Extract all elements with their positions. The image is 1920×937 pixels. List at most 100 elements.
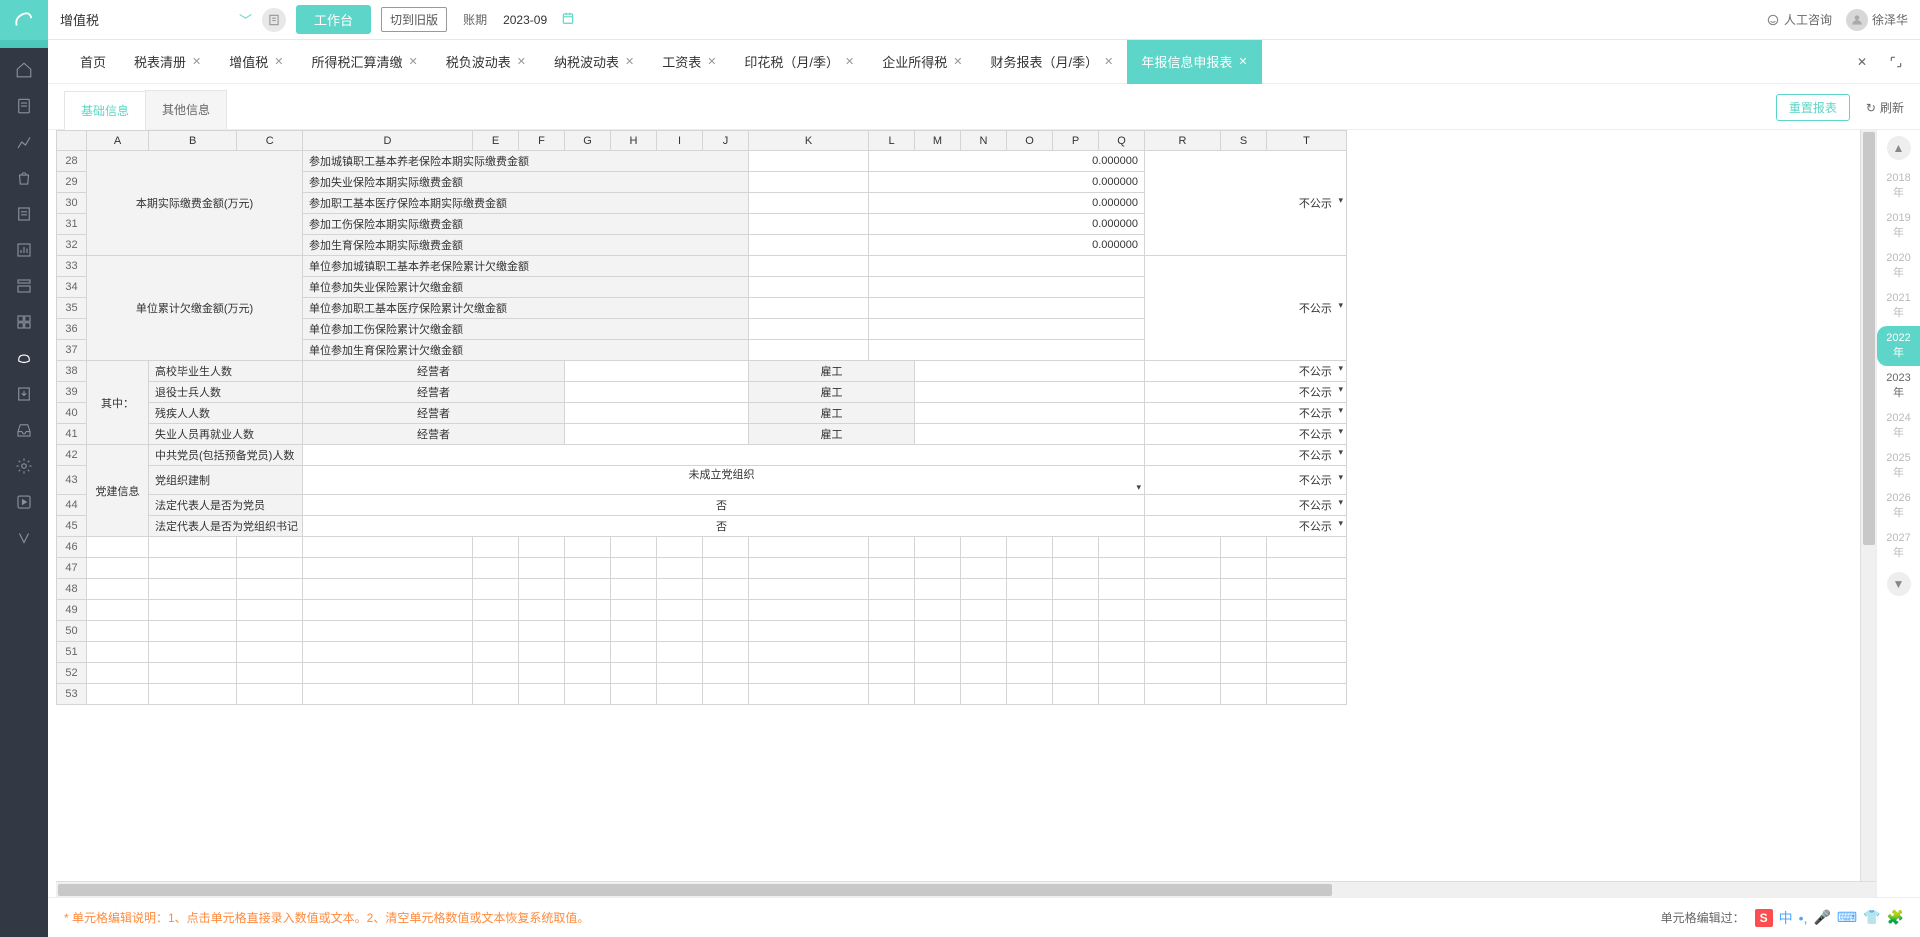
cell[interactable] xyxy=(1221,621,1267,642)
year-2020年[interactable]: 2020年 xyxy=(1877,246,1920,286)
cell[interactable] xyxy=(1007,600,1053,621)
row-header-42[interactable]: 42 xyxy=(57,445,87,466)
cell[interactable] xyxy=(149,684,237,705)
cell[interactable] xyxy=(1053,579,1099,600)
cell[interactable] xyxy=(1007,684,1053,705)
cell[interactable] xyxy=(611,600,657,621)
year-2023年[interactable]: 2023年 xyxy=(1877,366,1920,406)
cell[interactable] xyxy=(473,663,519,684)
tab-6[interactable]: 工资表✕ xyxy=(648,40,730,84)
row-header-38[interactable]: 38 xyxy=(57,361,87,382)
row-header-48[interactable]: 48 xyxy=(57,579,87,600)
cell[interactable] xyxy=(149,558,237,579)
row-header-46[interactable]: 46 xyxy=(57,537,87,558)
col-header-O[interactable]: O xyxy=(1007,131,1053,151)
row-header-52[interactable]: 52 xyxy=(57,663,87,684)
nav-bag-icon[interactable] xyxy=(0,160,48,196)
cell[interactable] xyxy=(1053,684,1099,705)
workspace-button[interactable]: 工作台 xyxy=(296,5,371,34)
cell[interactable] xyxy=(1007,621,1053,642)
cell[interactable]: 0.000000 xyxy=(869,193,1145,214)
cell[interactable] xyxy=(915,361,1145,382)
switch-old-button[interactable]: 切到旧版 xyxy=(381,7,447,32)
cell[interactable] xyxy=(519,663,565,684)
cell[interactable] xyxy=(565,558,611,579)
cell[interactable] xyxy=(1267,600,1347,621)
close-all-tabs-icon[interactable]: ✕ xyxy=(1852,52,1872,72)
cell[interactable] xyxy=(565,537,611,558)
cell[interactable] xyxy=(611,642,657,663)
cell[interactable] xyxy=(565,621,611,642)
cell[interactable] xyxy=(303,663,473,684)
dropdown-cell[interactable]: 不公示 xyxy=(1145,516,1347,537)
year-2022年[interactable]: 2022年 xyxy=(1877,326,1920,366)
cell[interactable] xyxy=(749,558,869,579)
col-header-M[interactable]: M xyxy=(915,131,961,151)
cell[interactable] xyxy=(1267,663,1347,684)
cell[interactable] xyxy=(915,558,961,579)
row-header-33[interactable]: 33 xyxy=(57,256,87,277)
cell[interactable] xyxy=(961,663,1007,684)
tab-close-icon[interactable]: ✕ xyxy=(707,55,716,68)
cell[interactable] xyxy=(87,579,149,600)
cell[interactable] xyxy=(1099,663,1145,684)
cell[interactable] xyxy=(565,424,749,445)
cell[interactable] xyxy=(611,579,657,600)
cell[interactable]: 0.000000 xyxy=(869,172,1145,193)
dropdown-cell[interactable]: 不公示 xyxy=(1145,495,1347,516)
cell[interactable] xyxy=(703,600,749,621)
cell[interactable] xyxy=(1267,642,1347,663)
cell[interactable] xyxy=(869,277,1145,298)
cell[interactable] xyxy=(237,621,303,642)
cell[interactable] xyxy=(87,600,149,621)
cell[interactable] xyxy=(915,621,961,642)
dropdown-cell[interactable]: 不公示 xyxy=(1145,256,1347,361)
cell[interactable] xyxy=(1099,621,1145,642)
nav-export-icon[interactable] xyxy=(0,376,48,412)
cell[interactable] xyxy=(565,642,611,663)
cell[interactable] xyxy=(961,537,1007,558)
module-selector[interactable]: 增值税 ﹀ xyxy=(60,10,252,29)
cell[interactable] xyxy=(1053,621,1099,642)
row-header-30[interactable]: 30 xyxy=(57,193,87,214)
cell[interactable] xyxy=(749,579,869,600)
cell[interactable] xyxy=(1007,558,1053,579)
cell[interactable] xyxy=(749,256,869,277)
cell[interactable] xyxy=(87,537,149,558)
cell[interactable] xyxy=(869,298,1145,319)
col-header-P[interactable]: P xyxy=(1053,131,1099,151)
cell[interactable] xyxy=(749,642,869,663)
cell[interactable] xyxy=(303,684,473,705)
nav-report-icon[interactable] xyxy=(0,232,48,268)
col-header-Q[interactable]: Q xyxy=(1099,131,1145,151)
cell[interactable] xyxy=(869,340,1145,361)
cell[interactable] xyxy=(749,193,869,214)
ime-tool-icon[interactable]: 🧩 xyxy=(1887,909,1904,926)
cell[interactable] xyxy=(237,642,303,663)
tab-close-icon[interactable]: ✕ xyxy=(192,55,201,68)
cell[interactable] xyxy=(869,621,915,642)
cell[interactable] xyxy=(657,537,703,558)
cell[interactable] xyxy=(749,214,869,235)
cell[interactable] xyxy=(1267,684,1347,705)
cell[interactable] xyxy=(915,382,1145,403)
cell[interactable] xyxy=(519,579,565,600)
cell[interactable] xyxy=(611,558,657,579)
cell[interactable] xyxy=(749,151,869,172)
cell[interactable] xyxy=(565,600,611,621)
col-header-R[interactable]: R xyxy=(1145,131,1221,151)
nav-home-icon[interactable] xyxy=(0,52,48,88)
tab-9[interactable]: 财务报表（月/季）✕ xyxy=(977,40,1128,84)
horizontal-scrollbar[interactable] xyxy=(56,881,1876,897)
tab-close-icon[interactable]: ✕ xyxy=(845,55,854,68)
cell[interactable] xyxy=(657,600,703,621)
cell[interactable] xyxy=(869,579,915,600)
cell[interactable] xyxy=(869,256,1145,277)
tab-close-icon[interactable]: ✕ xyxy=(1238,55,1247,68)
cell[interactable] xyxy=(149,579,237,600)
cell[interactable] xyxy=(1099,558,1145,579)
cell[interactable] xyxy=(749,298,869,319)
cell[interactable] xyxy=(87,663,149,684)
year-down-button[interactable]: ▼ xyxy=(1887,572,1911,596)
cell[interactable] xyxy=(87,558,149,579)
